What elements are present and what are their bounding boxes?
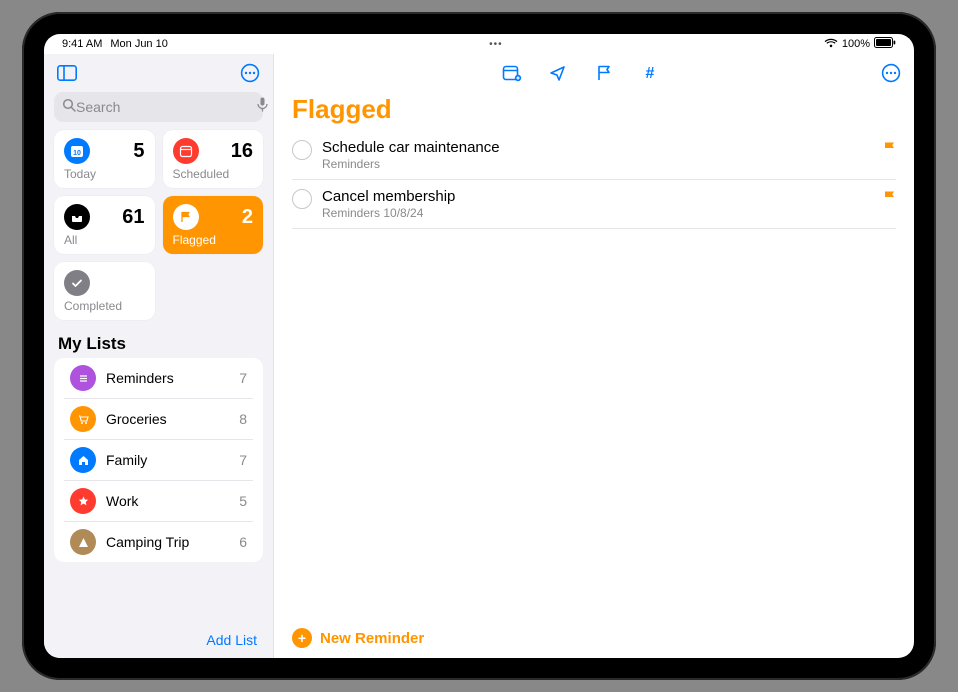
new-reminder-label: New Reminder	[320, 630, 424, 647]
calendar-today-icon: 10	[64, 138, 90, 164]
status-bar: 9:41 AM Mon Jun 10 ••• 100%	[44, 34, 914, 54]
reminder-subtitle: Reminders 10/8/24	[322, 206, 873, 220]
tent-icon	[70, 529, 96, 555]
flag-icon	[883, 190, 896, 208]
house-icon	[70, 447, 96, 473]
calendar-icon	[173, 138, 199, 164]
completed-label: Completed	[64, 299, 145, 313]
scheduled-label: Scheduled	[173, 167, 254, 181]
smart-list-flagged[interactable]: 2 Flagged	[163, 196, 264, 254]
complete-toggle[interactable]	[292, 189, 312, 209]
today-label: Today	[64, 167, 145, 181]
list-count: 6	[239, 534, 247, 550]
list-name: Reminders	[106, 370, 174, 386]
list-count: 7	[239, 370, 247, 386]
flag-icon	[173, 204, 199, 230]
my-lists-header: My Lists	[44, 320, 273, 358]
list-name: Work	[106, 493, 138, 509]
today-count: 5	[133, 140, 144, 163]
reminder-title: Cancel membership	[322, 188, 873, 205]
toolbar-flag-button[interactable]	[591, 60, 617, 86]
svg-text:#: #	[646, 65, 655, 82]
all-count: 61	[122, 206, 144, 229]
toolbar-calendar-badge-button[interactable]	[499, 60, 525, 86]
status-time: 9:41 AM	[62, 38, 102, 50]
search-icon	[62, 98, 76, 117]
reminder-item[interactable]: Schedule car maintenance Reminders	[292, 131, 896, 180]
my-lists: Reminders 7 Groceries 8 Fa	[54, 358, 263, 562]
reminder-subtitle: Reminders	[322, 157, 873, 171]
checkmark-icon	[64, 270, 90, 296]
search-input[interactable]	[76, 99, 257, 115]
add-list-button[interactable]: Add List	[206, 632, 257, 648]
new-reminder-button[interactable]: + New Reminder	[274, 618, 914, 658]
multitask-dots-icon: •••	[168, 39, 824, 50]
status-battery: 100%	[842, 38, 870, 50]
list-row-family[interactable]: Family 7	[64, 439, 253, 480]
all-label: All	[64, 233, 145, 247]
svg-text:10: 10	[73, 150, 81, 157]
toolbar-tag-button[interactable]: #	[637, 60, 663, 86]
list-row-work[interactable]: Work 5	[64, 480, 253, 521]
flagged-label: Flagged	[173, 233, 254, 247]
list-row-camping[interactable]: Camping Trip 6	[64, 521, 253, 562]
list-bullet-icon	[70, 365, 96, 391]
scheduled-count: 16	[231, 140, 253, 163]
detail-more-button[interactable]	[878, 60, 904, 86]
reminder-item[interactable]: Cancel membership Reminders 10/8/24	[292, 180, 896, 229]
list-row-groceries[interactable]: Groceries 8	[64, 398, 253, 439]
detail-pane: # Flagged Schedule car maintena	[274, 54, 914, 658]
list-count: 7	[239, 452, 247, 468]
battery-icon	[874, 37, 896, 51]
smart-list-today[interactable]: 10 5 Today	[54, 130, 155, 188]
reminder-title: Schedule car maintenance	[322, 139, 873, 156]
microphone-icon[interactable]	[257, 97, 268, 117]
sidebar-toggle-button[interactable]	[54, 60, 80, 86]
list-count: 8	[239, 411, 247, 427]
plus-circle-icon: +	[292, 628, 312, 648]
tray-icon	[64, 204, 90, 230]
search-field[interactable]	[54, 92, 263, 122]
smart-list-scheduled[interactable]: 16 Scheduled	[163, 130, 264, 188]
list-count: 5	[239, 493, 247, 509]
complete-toggle[interactable]	[292, 140, 312, 160]
status-date: Mon Jun 10	[110, 38, 167, 50]
flag-icon	[883, 141, 896, 159]
list-name: Camping Trip	[106, 534, 189, 550]
list-name: Groceries	[106, 411, 167, 427]
smart-list-completed[interactable]: Completed	[54, 262, 155, 320]
cart-icon	[70, 406, 96, 432]
star-icon	[70, 488, 96, 514]
smart-list-all[interactable]: 61 All	[54, 196, 155, 254]
toolbar-location-button[interactable]	[545, 60, 571, 86]
sidebar-more-button[interactable]	[237, 60, 263, 86]
wifi-icon	[824, 38, 838, 51]
detail-title: Flagged	[292, 94, 896, 125]
flagged-count: 2	[242, 206, 253, 229]
list-row-reminders[interactable]: Reminders 7	[64, 358, 253, 398]
list-name: Family	[106, 452, 147, 468]
sidebar: 10 5 Today 16 Scheduled	[44, 54, 274, 658]
